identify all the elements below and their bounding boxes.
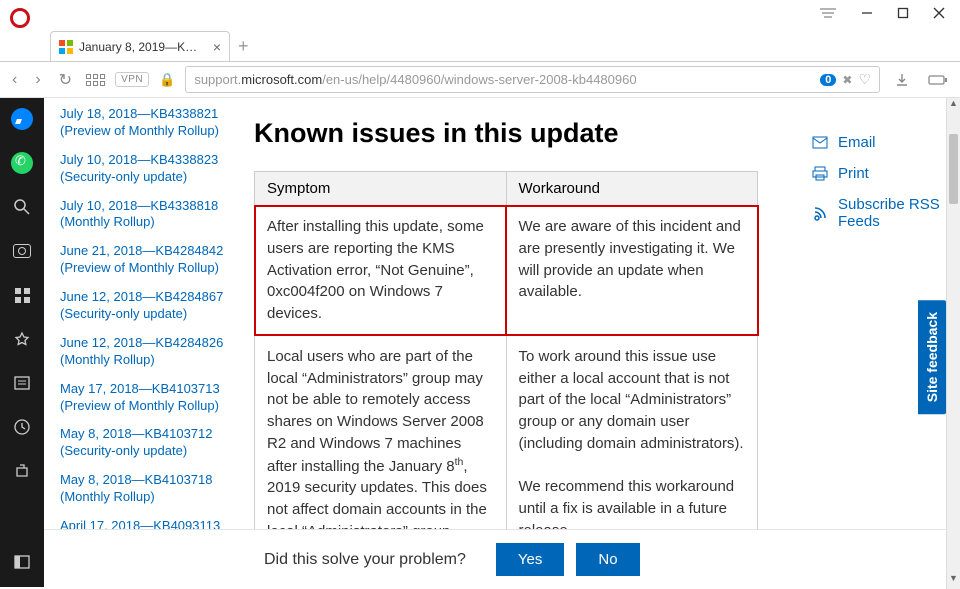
ms-favicon (59, 40, 73, 54)
browser-tab[interactable]: January 8, 2019—KB4480 × (50, 31, 230, 61)
back-button[interactable]: ‹ (8, 69, 21, 91)
tab-title: January 8, 2019—KB4480 (79, 40, 205, 54)
page-heading: Known issues in this update (254, 118, 772, 149)
whatsapp-icon[interactable] (11, 152, 33, 174)
news-icon[interactable] (11, 372, 33, 394)
scrollbar[interactable]: ▲ ▼ (946, 98, 960, 589)
rss-icon (812, 205, 828, 221)
opera-logo[interactable] (10, 8, 30, 28)
cell-workaround: We are aware of this incident and are pr… (506, 206, 758, 336)
action-label: Subscribe RSS Feeds (838, 196, 944, 230)
feedback-yes-button[interactable]: Yes (496, 543, 564, 576)
nav-link[interactable]: July 10, 2018—KB4338823 (Security-only u… (60, 152, 224, 186)
print-icon (812, 166, 828, 182)
action-label: Print (838, 165, 869, 182)
history-icon[interactable] (11, 416, 33, 438)
action-label: Email (838, 134, 876, 151)
snapshot-icon[interactable] (11, 240, 33, 262)
lock-icon[interactable]: 🔒 (159, 72, 175, 88)
clear-url-icon[interactable]: ✖ (842, 73, 852, 87)
nav-link[interactable]: June 12, 2018—KB4284867 (Security-only u… (60, 289, 224, 323)
bookmark-icon[interactable]: ♡ (858, 71, 871, 88)
mail-action[interactable]: Email (812, 134, 944, 151)
nav-link[interactable]: May 8, 2018—KB4103712 (Security-only upd… (60, 426, 224, 460)
url-prefix: support. (194, 72, 241, 87)
search-icon[interactable] (11, 196, 33, 218)
feedback-bar: Did this solve your problem? Yes No (44, 529, 946, 589)
issues-table: Symptom Workaround After installing this… (254, 171, 758, 554)
table-row: After installing this update, some users… (255, 206, 758, 336)
rss-action[interactable]: Subscribe RSS Feeds (812, 196, 944, 230)
new-tab-button[interactable]: + (238, 36, 249, 57)
reload-button[interactable]: ↻ (55, 68, 76, 92)
vpn-badge[interactable]: VPN (115, 72, 149, 87)
bookmarks-icon[interactable] (11, 328, 33, 350)
scroll-down-button[interactable]: ▼ (947, 573, 960, 589)
cell-workaround: To work around this issue use either a l… (506, 335, 758, 553)
cell-symptom: After installing this update, some users… (255, 206, 507, 336)
site-feedback-tab[interactable]: Site feedback (918, 300, 946, 414)
downloads-icon[interactable] (890, 70, 914, 90)
easy-setup-icon[interactable] (818, 7, 838, 19)
extensions-icon[interactable] (11, 460, 33, 482)
print-action[interactable]: Print (812, 165, 944, 182)
table-row: Local users who are part of the local “A… (255, 335, 758, 553)
address-bar[interactable]: support.microsoft.com/en-us/help/4480960… (185, 66, 880, 93)
nav-link[interactable]: July 18, 2018—KB4338821 (Preview of Mont… (60, 106, 224, 140)
col-workaround: Workaround (506, 172, 758, 206)
cell-symptom: Local users who are part of the local “A… (255, 335, 507, 553)
speed-dial-icon[interactable] (86, 74, 105, 86)
url-path: /en-us/help/4480960/windows-server-2008-… (322, 72, 636, 87)
speeddial-icon[interactable] (11, 284, 33, 306)
mail-icon (812, 136, 828, 150)
feedback-no-button[interactable]: No (576, 543, 639, 576)
tab-close-button[interactable]: × (213, 39, 221, 55)
battery-icon[interactable] (924, 72, 952, 88)
close-window-button[interactable] (932, 6, 946, 20)
col-symptom: Symptom (255, 172, 507, 206)
nav-link[interactable]: May 8, 2018—KB4103718 (Monthly Rollup) (60, 472, 224, 506)
scroll-up-button[interactable]: ▲ (947, 98, 960, 114)
minimize-button[interactable] (860, 6, 874, 20)
article-nav-list: July 18, 2018—KB4338821 (Preview of Mont… (44, 98, 234, 587)
forward-button[interactable]: › (31, 69, 44, 91)
nav-link[interactable]: June 21, 2018—KB4284842 (Preview of Mont… (60, 243, 224, 277)
blocker-badge[interactable]: 0 (820, 74, 836, 86)
nav-link[interactable]: June 12, 2018—KB4284826 (Monthly Rollup) (60, 335, 224, 369)
nav-link[interactable]: July 10, 2018—KB4338818 (Monthly Rollup) (60, 198, 224, 232)
messenger-icon[interactable] (11, 108, 33, 130)
scroll-thumb[interactable] (949, 134, 958, 204)
opera-sidebar (0, 98, 44, 587)
maximize-button[interactable] (896, 6, 910, 20)
feedback-question: Did this solve your problem? (264, 551, 466, 569)
sidebar-toggle-icon[interactable] (11, 551, 33, 573)
url-domain: microsoft.com (241, 72, 322, 87)
nav-link[interactable]: May 17, 2018—KB4103713 (Preview of Month… (60, 381, 224, 415)
